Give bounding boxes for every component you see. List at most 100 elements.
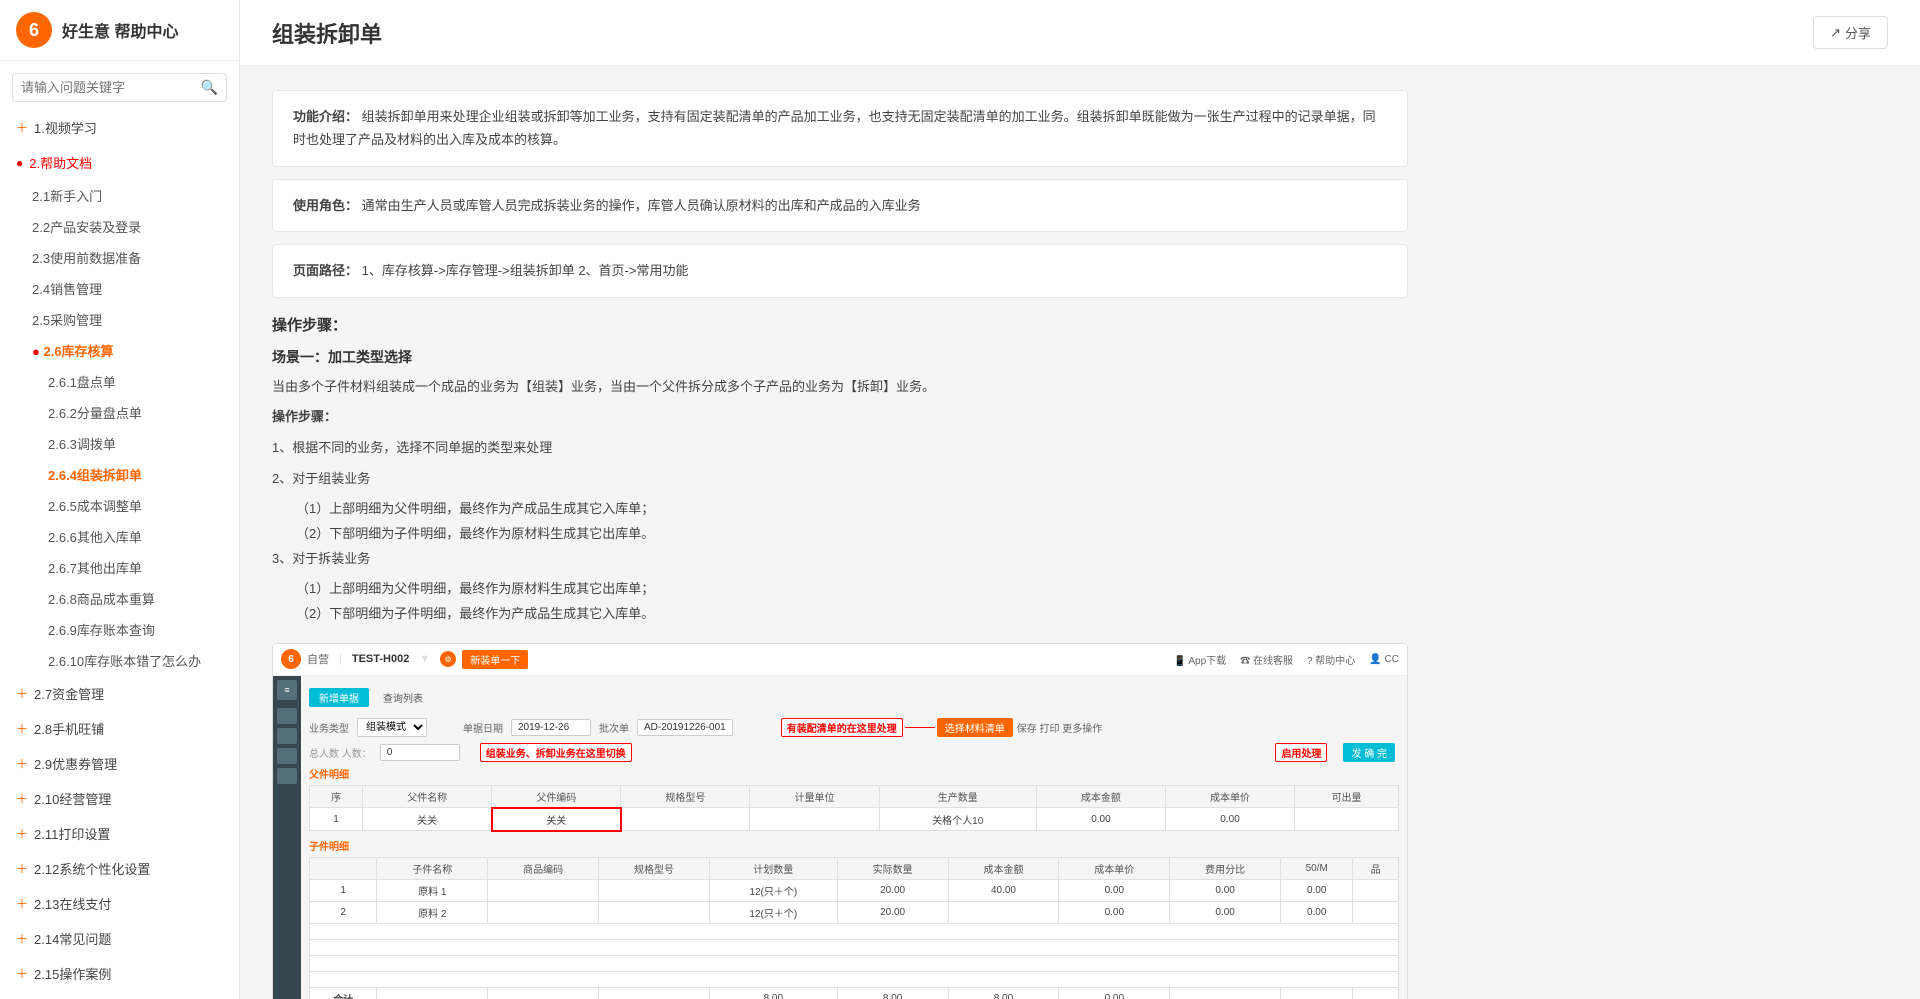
mock-parent-unit1 [750,808,879,831]
scene1-title: 场景一：加工类型选择 [272,347,1408,367]
sidebar-sub-data-prep[interactable]: 2.3使用前数据准备 [0,242,239,273]
sidebar-item-mobile[interactable]: ＋ 2.8手机旺铺 [0,711,239,746]
mock-new-order-btn[interactable]: 新装单一下 [462,650,528,669]
search-icon[interactable]: 🔍 [201,79,218,96]
mock-type-wrapper: 组装模式 拆卸模式 [357,718,427,737]
mock-cth-50m: 50/M [1281,857,1353,879]
sidebar-sub-cost-adjust[interactable]: 2.6.5成本调整单 [0,490,239,521]
step2-sub2: （2）下部明细为子件明细，最终作为原材料生成其它出库单。 [272,522,1408,547]
mock-logo: 6 [281,649,301,669]
annotation3-bubble: 启用处理 [1275,743,1327,762]
mock-type-select[interactable]: 组装模式 拆卸模式 [357,718,427,737]
mock-cr2-name: 原料 2 [377,901,488,923]
mock-topbar: 6 自营 | TEST-H002 ▼ ⚙ 新装单一下 📱 App下载 ☎ 在线客… [273,644,1407,676]
sidebar-sub-adjust[interactable]: 2.6.3调拨单 [0,428,239,459]
sidebar-sub-stock-check[interactable]: 2.6.9库存账本查询 [0,614,239,645]
ops-title: 操作步骤： [272,314,1408,335]
sidebar-item-payment[interactable]: ＋ 2.13在线支付 [0,886,239,921]
mock-total-fee [1170,987,1281,999]
mock-cr1-seq: 1 [310,879,377,901]
plus-icon10: ＋ [16,965,28,982]
annotation1-bubble: 有装配清单的在这里处理 [781,718,903,737]
sidebar-sub-account-error[interactable]: 2.6.10库存账本错了怎么办 [0,645,239,676]
mock-toggle-row: 总人数 人数： 0 组装业务、拆卸业务在这里切换 启用处理 发 确 完 [309,743,1399,762]
mock-cth-item: 品 [1353,857,1399,879]
mock-total-3 [599,987,710,999]
sidebar-item-print[interactable]: ＋ 2.11打印设置 [0,816,239,851]
sidebar-sub-partial-take[interactable]: 2.6.2分量盘点单 [0,397,239,428]
share-button[interactable]: ↗ 分享 [1813,16,1888,49]
mock-tab-new[interactable]: 新增单据 [309,688,369,707]
app-logo: 6 [16,12,52,48]
mock-tab-query[interactable]: 查询列表 [373,688,433,707]
mock-cr2-cost [948,901,1059,923]
mock-th-cost: 成本金额 [1036,785,1165,808]
mock-date-label: 单据日期 [463,720,503,735]
mock-child-row4 [310,939,1399,955]
mock-cr1-actual: 20.00 [837,879,948,901]
mock-total-label: 总人数 人数： [309,745,372,760]
mock-sidebar-icon: ≡ [277,680,297,700]
mock-sidebar-icon3 [277,728,297,744]
mock-cr2-plan: 12(只＋个) [709,901,837,923]
sidebar-sub-new-user[interactable]: 2.1新手入门 [0,180,239,211]
mock-empty-row6 [310,971,1399,987]
screenshot-container: 6 自营 | TEST-H002 ▼ ⚙ 新装单一下 📱 App下载 ☎ 在线客… [272,643,1408,999]
mock-batch-input[interactable]: AD-20191226-001 [637,719,733,736]
mock-cr2-seq: 2 [310,901,377,923]
mock-cr1-ucost: 0.00 [1059,879,1170,901]
mock-count-input[interactable]: 0 [380,744,460,761]
sidebar-item-finance[interactable]: ＋ 2.7资金管理 [0,676,239,711]
mock-total-label: 合计 [310,987,377,999]
share-icon: ↗ [1830,25,1841,41]
sidebar-sub-goods-cost[interactable]: 2.6.8商品成本重算 [0,583,239,614]
sidebar-sub-other-out[interactable]: 2.6.7其他出库单 [0,552,239,583]
search-box[interactable]: 🔍 [12,73,227,102]
sidebar-sub-install[interactable]: 2.2产品安装及登录 [0,211,239,242]
mock-child-row3 [310,923,1399,939]
sidebar-header: 6 好生意 帮助中心 [0,0,239,61]
mock-cth-plan-qty: 计划数量 [709,857,837,879]
mock-sidebar-icon5 [277,768,297,784]
mock-type-label: 业务类型 [309,720,349,735]
sidebar-item-personal[interactable]: ＋ 2.12系统个性化设置 [0,851,239,886]
sidebar-sub-assembly[interactable]: 2.6.4组装拆卸单 [0,459,239,490]
sidebar-sub-inventory[interactable]: ● 2.6库存核算 [0,335,239,366]
sidebar-sub-stocktake[interactable]: 2.6.1盘点单 [0,366,239,397]
mock-th-avail: 可出量 [1295,785,1399,808]
sidebar-item-cases[interactable]: ＋ 2.15操作案例 [0,956,239,991]
main-header: 组装拆卸单 ↗ 分享 [240,0,1920,66]
sidebar-item-faq[interactable]: ＋ 2.14常见问题 [0,921,239,956]
sidebar-item-coupon[interactable]: ＋ 2.9优惠券管理 [0,746,239,781]
mock-form-row1: 业务类型 组装模式 拆卸模式 单据日期 2019-12-26 批次单 [309,718,1399,737]
step3-sub2: （2）下部明细为子件明细，最终作为产成品生成其它入库单。 [272,602,1408,627]
sidebar-item-docs[interactable]: ● 2.帮助文档 [0,145,239,180]
mock-empty-row4 [310,939,1399,955]
intro-block: 功能介绍： 组装拆卸单用来处理企业组装或拆卸等加工业务，支持有固定装配清单的产品… [272,90,1408,167]
mock-parent-section-label: 父件明细 [309,766,1399,781]
role-text: 通常由生产人员或库管人员完成拆装业务的操作，库管人员确认原材料的出库和产成品的入… [362,198,921,213]
mock-main: 新增单据 查询列表 业务类型 组装模式 拆卸模式 [301,676,1407,999]
search-input[interactable] [21,80,201,95]
mock-cr2-actual: 20.00 [837,901,948,923]
mock-child-row6 [310,971,1399,987]
mock-parent-header-row: 序 父件名称 父件编码 规格型号 计量单位 生产数量 成本金额 成本单价 可出量 [310,785,1399,808]
mock-total-item [1353,987,1399,999]
mock-cr2-ucost: 0.00 [1059,901,1170,923]
sidebar-sub-purchase[interactable]: 2.5采购管理 [0,304,239,335]
mock-sidebar-icon4 [277,748,297,764]
mock-sidebar-icon2 [277,708,297,724]
main-content: 组装拆卸单 ↗ 分享 功能介绍： 组装拆卸单用来处理企业组装或拆卸等加工业务，支… [240,0,1920,999]
mock-date-input[interactable]: 2019-12-26 [511,719,591,736]
path-label: 页面路径： [293,263,358,278]
sidebar-item-operation[interactable]: ＋ 2.10经营管理 [0,781,239,816]
mock-sidebar: ≡ [273,676,301,999]
mock-select-parts-btn[interactable]: 选择材料清单 [937,718,1013,737]
sidebar-sub-sales[interactable]: 2.4销售管理 [0,273,239,304]
plus-icon3: ＋ [16,720,28,737]
sidebar-item-videos[interactable]: ＋ 1.视频学习 [0,110,239,145]
sidebar-sub-other-in[interactable]: 2.6.6其他入库单 [0,521,239,552]
mock-confirm-btn[interactable]: 发 确 完 [1343,743,1395,762]
mock-th-spec: 规格型号 [621,785,750,808]
mock-parent-code1[interactable]: 关关 [492,808,621,831]
